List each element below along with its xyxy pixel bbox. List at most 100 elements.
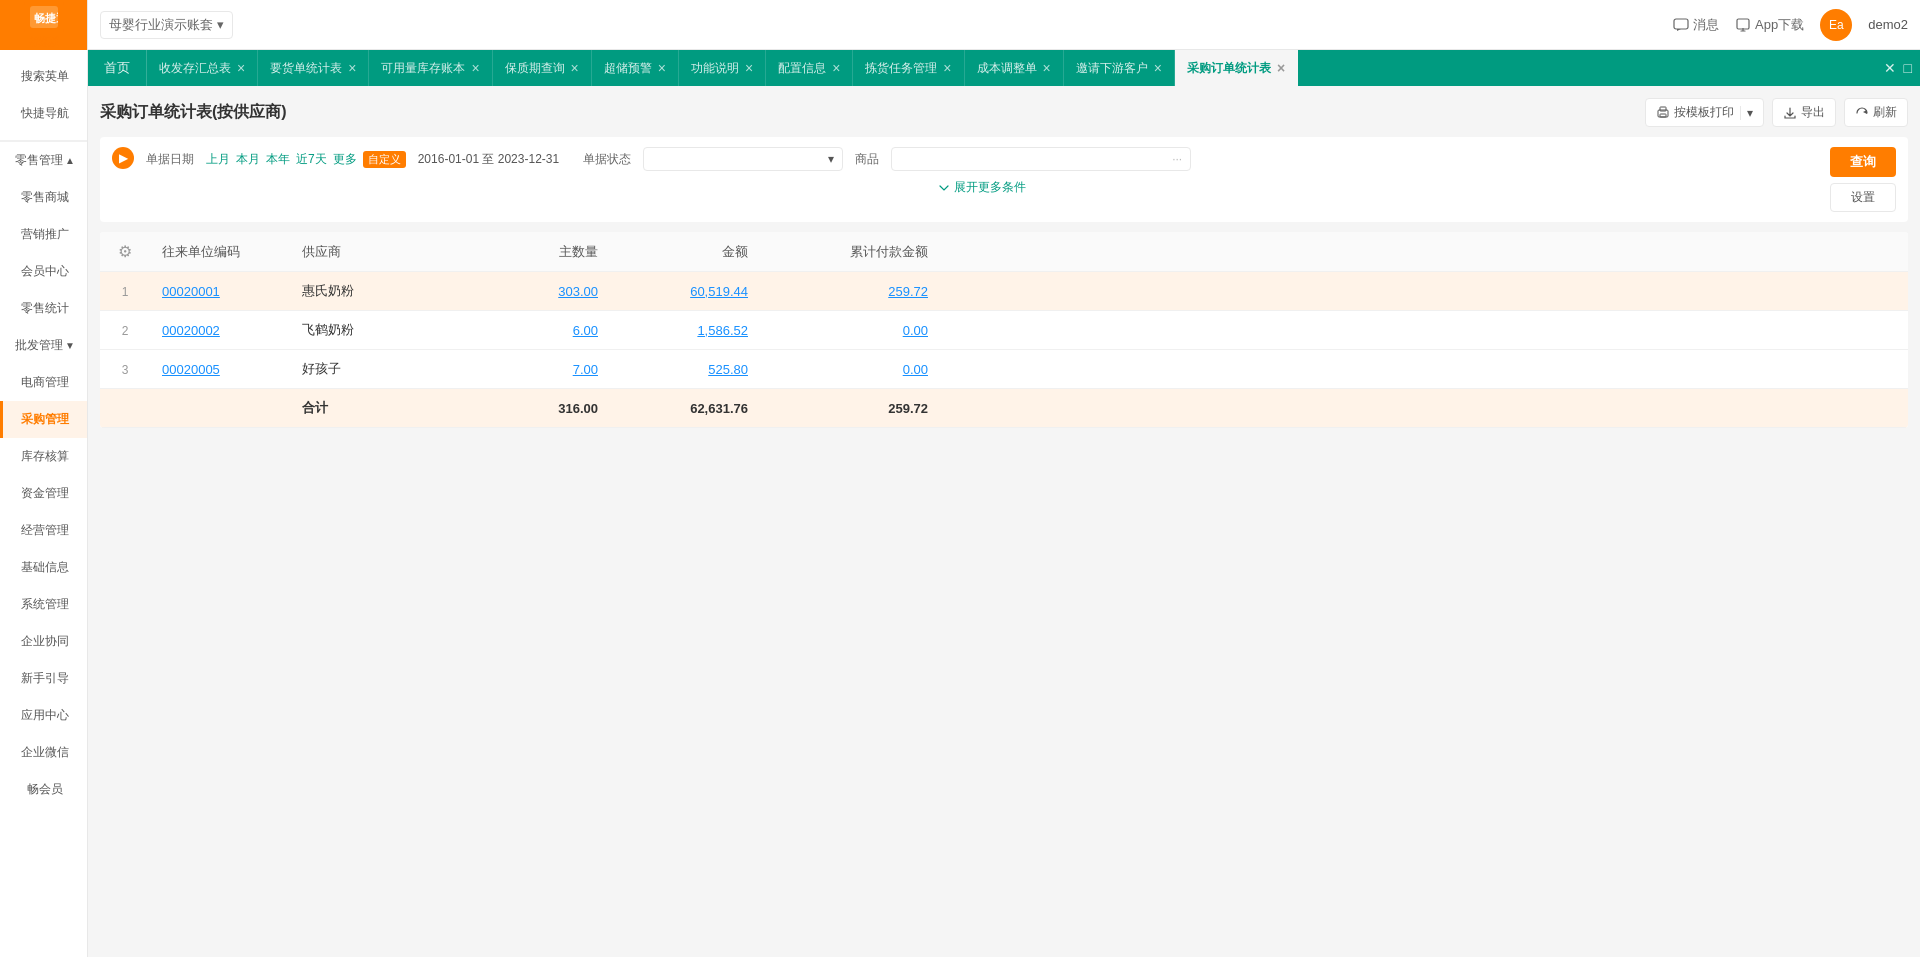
tab-close-all-icon[interactable]: ✕ [1884, 60, 1896, 76]
paid-link[interactable]: 0.00 [903, 323, 928, 338]
sidebar-item-business-management[interactable]: 经营管理 [0, 512, 87, 549]
sidebar-item-retail-shop[interactable]: 零售商城 [0, 179, 87, 216]
qty-link[interactable]: 303.00 [558, 284, 598, 299]
tab-close-icon[interactable]: × [348, 60, 356, 76]
cell-extra [940, 350, 1908, 389]
sidebar-item-inventory-check[interactable]: 库存核算 [0, 438, 87, 475]
tab-close-icon[interactable]: × [1154, 60, 1162, 76]
app-subtitle: 标题版 [29, 35, 59, 49]
sidebar-item-ecommerce[interactable]: 电商管理 [0, 364, 87, 401]
footer-label: 合计 [290, 389, 490, 428]
tab-config-info[interactable]: 配置信息 × [766, 50, 853, 86]
tab-receive-summary[interactable]: 收发存汇总表 × [147, 50, 258, 86]
user-name[interactable]: demo2 [1868, 17, 1908, 32]
sidebar-item-enterprise-collab[interactable]: 企业协同 [0, 623, 87, 660]
product-search-icon: ··· [1172, 152, 1182, 166]
tab-close-icon[interactable]: × [943, 60, 951, 76]
tab-close-icon[interactable]: × [832, 60, 840, 76]
sidebar-item-wholesale-management[interactable]: 批发管理 ▼ [0, 327, 87, 364]
code-link[interactable]: 00020002 [162, 323, 220, 338]
settings-button[interactable]: 设置 [1830, 183, 1896, 212]
refresh-button[interactable]: 刷新 [1844, 98, 1908, 127]
message-button[interactable]: 消息 [1673, 16, 1719, 34]
shortcut-this-year[interactable]: 本年 [266, 151, 290, 168]
status-filter-select[interactable]: ▾ [643, 147, 843, 171]
tab-close-icon[interactable]: × [658, 60, 666, 76]
sidebar-item-enterprise-wechat[interactable]: 企业微信 [0, 734, 87, 771]
amount-link[interactable]: 525.80 [708, 362, 748, 377]
amount-link[interactable]: 60,519.44 [690, 284, 748, 299]
tab-maximize-icon[interactable]: □ [1904, 60, 1912, 76]
column-settings-icon[interactable]: ⚙ [118, 243, 132, 260]
tab-close-icon[interactable]: × [571, 60, 579, 76]
footer-amount: 62,631.76 [610, 389, 760, 428]
sidebar-item-basic-info[interactable]: 基础信息 [0, 549, 87, 586]
tab-close-icon[interactable]: × [745, 60, 753, 76]
svg-text:畅捷通: 畅捷通 [34, 12, 58, 24]
tab-label: 成本调整单 [977, 60, 1037, 77]
sidebar-item-system-management[interactable]: 系统管理 [0, 586, 87, 623]
footer-empty-2 [150, 389, 290, 428]
cell-paid: 0.00 [760, 311, 940, 350]
sidebar-item-member[interactable]: 畅会员 [0, 771, 87, 808]
workspace-selector[interactable]: 母婴行业演示账套 ▾ [100, 11, 233, 39]
code-link[interactable]: 00020001 [162, 284, 220, 299]
table-row: 2 00020002 飞鹤奶粉 6.00 1,586.52 0.00 [100, 311, 1908, 350]
tab-cost-adjustment[interactable]: 成本调整单 × [965, 50, 1064, 86]
sidebar-item-new-guide[interactable]: 新手引导 [0, 660, 87, 697]
tab-available-inventory[interactable]: 可用量库存账本 × [369, 50, 492, 86]
shortcut-7days[interactable]: 近7天 [296, 151, 327, 168]
query-button[interactable]: 查询 [1830, 147, 1896, 177]
shortcut-more[interactable]: 更多 [333, 151, 357, 168]
shortcut-this-month[interactable]: 本月 [236, 151, 260, 168]
tab-function-desc[interactable]: 功能说明 × [679, 50, 766, 86]
app-download-button[interactable]: App下载 [1735, 16, 1804, 34]
sidebar-item-purchase-management[interactable]: 采购管理 [0, 401, 87, 438]
tab-purchase-summary[interactable]: 采购订单统计表 × [1175, 50, 1298, 86]
sidebar-item-member-center[interactable]: 会员中心 [0, 253, 87, 290]
tab-home[interactable]: 首页 [88, 50, 147, 86]
sidebar-item-fund-management[interactable]: 资金管理 [0, 475, 87, 512]
col-header-index: ⚙ [100, 232, 150, 272]
product-filter-input[interactable]: ··· [891, 147, 1191, 171]
qty-link[interactable]: 6.00 [573, 323, 598, 338]
tab-close-icon[interactable]: × [471, 60, 479, 76]
tab-picking-task[interactable]: 拣货任务管理 × [853, 50, 964, 86]
print-button[interactable]: 按模板打印 ▾ [1645, 98, 1764, 127]
expand-more-btn[interactable]: 展开更多条件 [146, 179, 1818, 196]
tab-label: 超储预警 [604, 60, 652, 77]
tab-expiry-query[interactable]: 保质期查询 × [493, 50, 592, 86]
paid-link[interactable]: 0.00 [903, 362, 928, 377]
table-row: 3 00020005 好孩子 7.00 525.80 0.00 [100, 350, 1908, 389]
tab-overstock-warning[interactable]: 超储预警 × [592, 50, 679, 86]
sidebar-item-marketing[interactable]: 营销推广 [0, 216, 87, 253]
tab-close-icon[interactable]: × [1043, 60, 1051, 76]
tab-close-active-icon[interactable]: × [1277, 60, 1285, 76]
user-initial: Ea [1829, 18, 1844, 32]
cell-paid: 259.72 [760, 272, 940, 311]
sidebar-item-retail-stats[interactable]: 零售统计 [0, 290, 87, 327]
user-avatar[interactable]: Ea [1820, 9, 1852, 41]
code-link[interactable]: 00020005 [162, 362, 220, 377]
filter-bar: ▶ 单据日期 上月 本月 本年 近7天 更多 自定义 2016 [100, 137, 1908, 222]
paid-link[interactable]: 259.72 [888, 284, 928, 299]
tab-requisition-summary[interactable]: 要货单统计表 × [258, 50, 369, 86]
sidebar-item-search[interactable]: 搜索英单 [6, 58, 81, 95]
tab-label: 可用量库存账本 [381, 60, 465, 77]
sidebar-item-retail-management[interactable]: 零售管理 ▲ [0, 142, 87, 179]
print-dropdown-icon[interactable]: ▾ [1740, 106, 1753, 120]
filter-toggle-arrow[interactable]: ▶ [112, 147, 134, 169]
amount-link[interactable]: 1,586.52 [697, 323, 748, 338]
tab-close-icon[interactable]: × [237, 60, 245, 76]
shortcut-last-month[interactable]: 上月 [206, 151, 230, 168]
export-button[interactable]: 导出 [1772, 98, 1836, 127]
sidebar-item-quick-nav[interactable]: 快捷导航 [6, 95, 81, 132]
app-logo[interactable]: 畅捷通 标题版 [0, 0, 87, 50]
col-header-code: 往来单位编码 [150, 232, 290, 272]
qty-link[interactable]: 7.00 [573, 362, 598, 377]
export-button-label: 导出 [1801, 104, 1825, 121]
cell-extra [940, 311, 1908, 350]
tab-invite-downstream[interactable]: 邀请下游客户 × [1064, 50, 1175, 86]
product-filter-label: 商品 [855, 151, 879, 168]
sidebar-item-app-center[interactable]: 应用中心 [0, 697, 87, 734]
